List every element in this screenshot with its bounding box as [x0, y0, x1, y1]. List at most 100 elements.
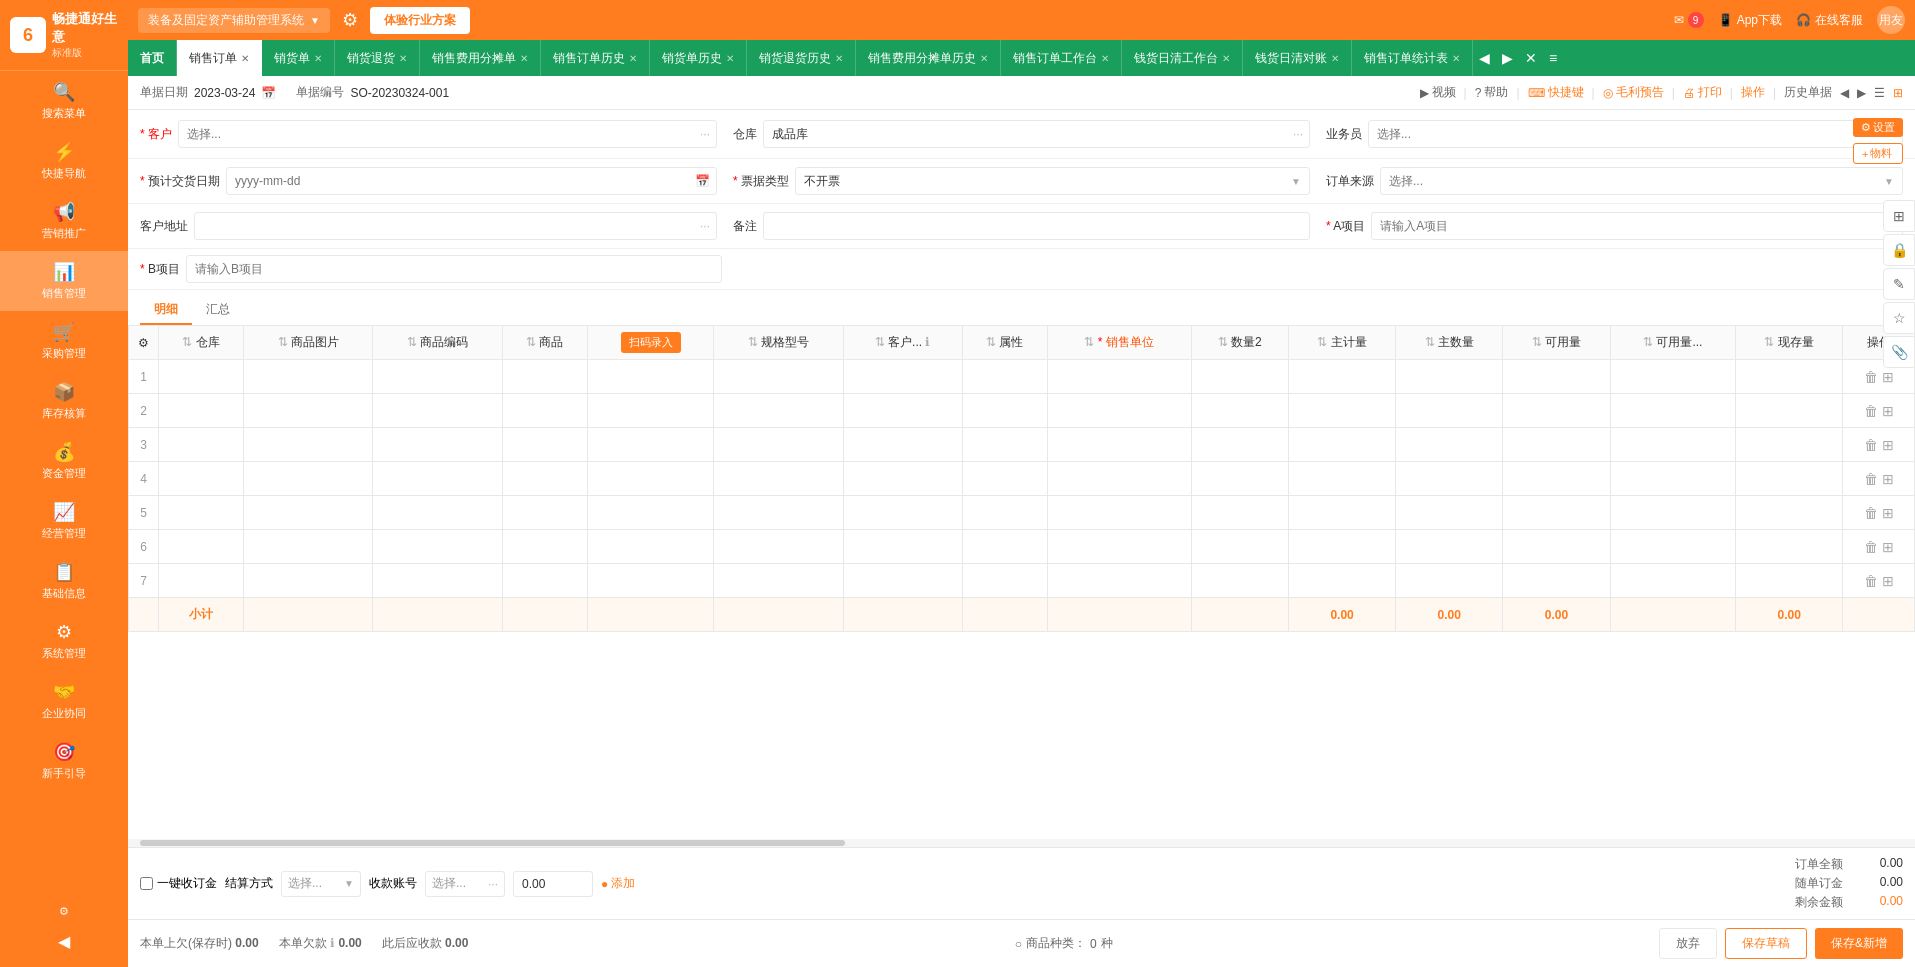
tab-close-icon[interactable]: ✕	[241, 53, 249, 64]
customer-dots-icon[interactable]: ···	[700, 127, 716, 141]
tab-sales-stats[interactable]: 销售订单统计表 ✕	[1352, 40, 1473, 76]
tab-sales-return[interactable]: 销货退货 ✕	[335, 40, 420, 76]
sidebar-item-guide[interactable]: 🎯 新手引导	[0, 731, 128, 791]
user-avatar[interactable]: 用友	[1877, 6, 1905, 34]
tab-close-icon[interactable]: ✕	[399, 53, 407, 64]
a-project-input[interactable]	[1371, 212, 1903, 240]
order-source-select[interactable]: ▼	[1380, 167, 1903, 195]
sort-icon[interactable]: ⇅	[1643, 335, 1653, 349]
sidebar-item-system[interactable]: ⚙ 系统管理	[0, 611, 128, 671]
bank-account-select[interactable]: 选择... ···	[425, 871, 505, 897]
view-btn[interactable]: ▶ 视频	[1420, 84, 1456, 101]
right-action-3[interactable]: ✎	[1883, 268, 1915, 300]
prev-record-btn[interactable]: ◀	[1840, 86, 1849, 100]
sort-icon[interactable]: ⇅	[182, 335, 192, 349]
right-action-2[interactable]: 🔒	[1883, 234, 1915, 266]
shortcut-btn[interactable]: ⌨ 快捷键	[1528, 84, 1584, 101]
tab-nav-prev[interactable]: ◀	[1473, 40, 1496, 76]
topbar-system-selector[interactable]: 装备及固定资产辅助管理系统 ▼	[138, 8, 330, 33]
sidebar-item-basic[interactable]: 📋 基础信息	[0, 551, 128, 611]
sort-icon[interactable]: ⇅	[407, 335, 417, 349]
add-material-button[interactable]: + 物料	[1853, 143, 1903, 164]
sort-icon[interactable]: ⇅	[1084, 335, 1094, 349]
tab-expense-history[interactable]: 销售费用分摊单历史 ✕	[856, 40, 1001, 76]
copy-icon[interactable]: ⊞	[1882, 573, 1894, 589]
horizontal-scrollbar[interactable]	[140, 840, 845, 846]
delete-icon[interactable]: 🗑	[1864, 505, 1878, 521]
copy-icon[interactable]: ⊞	[1882, 437, 1894, 453]
sidebar-item-search[interactable]: 🔍 搜索菜单	[0, 71, 128, 131]
sidebar-settings[interactable]: ⚙	[0, 897, 128, 926]
discard-button[interactable]: 放弃	[1659, 928, 1717, 959]
tab-sales-order[interactable]: 销售订单 ✕	[177, 40, 262, 76]
one-click-checkbox[interactable]	[140, 877, 153, 890]
operate-btn[interactable]: 操作	[1741, 84, 1765, 101]
right-action-1[interactable]: ⊞	[1883, 200, 1915, 232]
right-action-4[interactable]: ☆	[1883, 302, 1915, 334]
tab-close-icon[interactable]: ✕	[1101, 53, 1109, 64]
tab-close-icon[interactable]: ✕	[726, 53, 734, 64]
warehouse-input[interactable]	[764, 121, 1293, 147]
tab-cash-daily[interactable]: 钱货日清工作台 ✕	[1122, 40, 1243, 76]
tab-nav-menu[interactable]: ≡	[1543, 40, 1563, 76]
sort-icon[interactable]: ⇅	[1532, 335, 1542, 349]
list-view-btn[interactable]: ☰	[1874, 86, 1885, 100]
tab-close-icon[interactable]: ✕	[835, 53, 843, 64]
sort-icon[interactable]: ⇅	[526, 335, 536, 349]
sidebar-item-purchase[interactable]: 🛒 采购管理	[0, 311, 128, 371]
tab-invoice-history[interactable]: 销货单历史 ✕	[650, 40, 747, 76]
tab-close-icon[interactable]: ✕	[980, 53, 988, 64]
sidebar-item-operation[interactable]: 📈 经营管理	[0, 491, 128, 551]
tab-nav-next[interactable]: ▶	[1496, 40, 1519, 76]
copy-icon[interactable]: ⊞	[1882, 369, 1894, 385]
sort-icon[interactable]: ⇅	[986, 335, 996, 349]
save-new-button[interactable]: 保存&新增	[1815, 928, 1903, 959]
tab-summary[interactable]: 汇总	[192, 296, 244, 325]
message-btn[interactable]: ✉ 9	[1674, 12, 1704, 28]
history-btn[interactable]: 历史单据	[1784, 84, 1832, 101]
sidebar-item-marketing[interactable]: 📢 营销推广	[0, 191, 128, 251]
right-action-5[interactable]: 📎	[1883, 336, 1915, 368]
sidebar-item-finance[interactable]: 💰 资金管理	[0, 431, 128, 491]
staff-input[interactable]	[1369, 121, 1886, 147]
address-input[interactable]	[195, 215, 700, 237]
sidebar-item-cooperation[interactable]: 🤝 企业协同	[0, 671, 128, 731]
grid-view-btn[interactable]: ⊞	[1893, 86, 1903, 100]
sort-icon[interactable]: ⇅	[1317, 335, 1327, 349]
remark-input[interactable]	[763, 212, 1310, 240]
sidebar-collapse-btn[interactable]: ◀	[0, 926, 128, 957]
tab-close-icon[interactable]: ✕	[1222, 53, 1230, 64]
sort-icon[interactable]: ⇅	[1764, 335, 1774, 349]
copy-icon[interactable]: ⊞	[1882, 539, 1894, 555]
tab-cash-reconcile[interactable]: 钱货日清对账 ✕	[1243, 40, 1352, 76]
sort-icon[interactable]: ⇅	[1425, 335, 1435, 349]
save-draft-button[interactable]: 保存草稿	[1725, 928, 1807, 959]
tab-sales-order-history[interactable]: 销售订单历史 ✕	[541, 40, 650, 76]
help-btn[interactable]: ? 帮助	[1475, 84, 1509, 101]
sort-icon[interactable]: ⇅	[1218, 335, 1228, 349]
b-project-input[interactable]	[186, 255, 722, 283]
copy-icon[interactable]: ⊞	[1882, 471, 1894, 487]
tab-close-icon[interactable]: ✕	[629, 53, 637, 64]
tab-close-icon[interactable]: ✕	[314, 53, 322, 64]
print-btn[interactable]: 🖨 打印	[1683, 84, 1722, 101]
sidebar-item-sales[interactable]: 📊 销售管理	[0, 251, 128, 311]
sort-icon[interactable]: ⇅	[278, 335, 288, 349]
tab-close-icon[interactable]: ✕	[1452, 53, 1460, 64]
delete-icon[interactable]: 🗑	[1864, 403, 1878, 419]
delete-icon[interactable]: 🗑	[1864, 471, 1878, 487]
delete-icon[interactable]: 🗑	[1864, 437, 1878, 453]
solution-button[interactable]: 体验行业方案	[370, 7, 470, 34]
sidebar-item-inventory[interactable]: 📦 库存核算	[0, 371, 128, 431]
tab-close-icon[interactable]: ✕	[1331, 53, 1339, 64]
profit-btn[interactable]: ◎ 毛利预告	[1603, 84, 1664, 101]
delete-icon[interactable]: 🗑	[1864, 369, 1878, 385]
scan-button[interactable]: 扫码录入	[621, 332, 681, 353]
tab-order-workbench[interactable]: 销售订单工作台 ✕	[1001, 40, 1122, 76]
warehouse-dots-icon[interactable]: ···	[1293, 127, 1309, 141]
tab-detail[interactable]: 明细	[140, 296, 192, 325]
delivery-date-input[interactable]	[227, 170, 695, 192]
address-dots-icon[interactable]: ···	[700, 219, 716, 233]
sort-icon[interactable]: ⇅	[748, 335, 758, 349]
tab-return-history[interactable]: 销货退货历史 ✕	[747, 40, 856, 76]
